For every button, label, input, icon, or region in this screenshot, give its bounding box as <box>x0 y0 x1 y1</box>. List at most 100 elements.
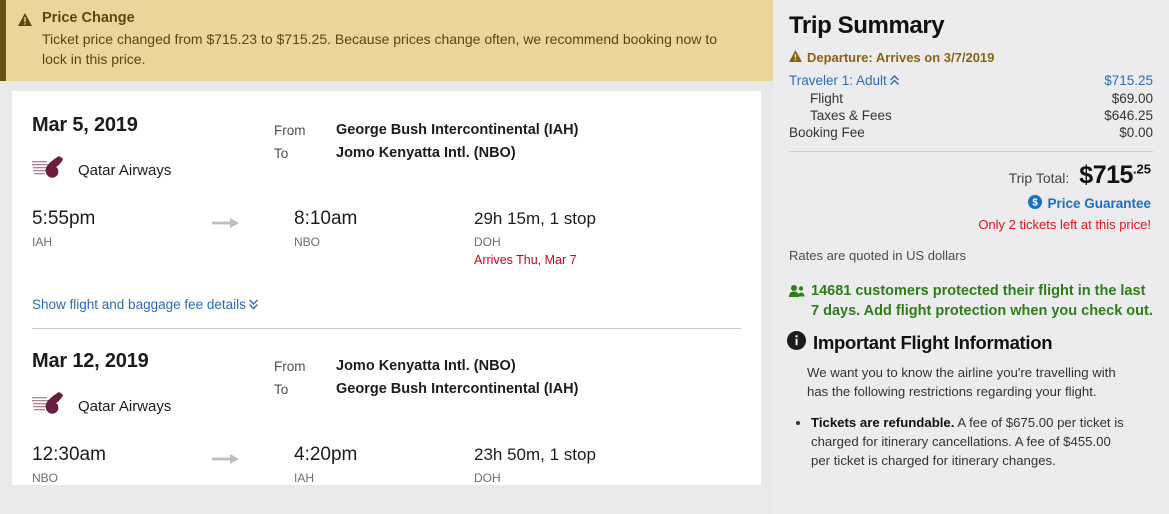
warning-triangle-icon <box>18 13 32 69</box>
flight-protection-block: 14681 customers protected their flight i… <box>789 281 1155 321</box>
price-guarantee-label: Price Guarantee <box>1047 196 1151 211</box>
people-icon <box>789 284 805 321</box>
airline-row: Qatar Airways <box>32 155 274 186</box>
show-details-link-row: Show flight and baggage fee details <box>32 296 741 328</box>
trip-summary-title: Trip Summary <box>789 12 945 39</box>
arrival-block: 4:20pm IAH <box>294 444 474 485</box>
flight-protection-text: 14681 customers protected their flight i… <box>811 283 1153 319</box>
arrival-code: NBO <box>294 235 321 249</box>
traveler-label: Traveler 1: Adult <box>789 73 899 89</box>
taxes-fees-value: $646.25 <box>1104 108 1153 123</box>
trip-total-label: Trip Total: <box>1008 170 1070 186</box>
trip-total-block: Trip Total: $715.25 $ Price Guarantee On… <box>785 152 1155 232</box>
arrives-note: Arrives Thu, Mar 7 <box>474 253 577 267</box>
qatar-airways-logo-icon <box>32 155 68 186</box>
taxes-fees-row: Taxes & Fees $646.25 <box>785 107 1155 124</box>
price-breakdown: Traveler 1: Adult $715.25 Flight $69.00 … <box>785 72 1155 141</box>
to-airport: Jomo Kenyatta Intl. (NBO) <box>336 145 516 161</box>
stop-code: DOH <box>474 235 501 249</box>
departure-block: 12:30am NBO <box>32 444 212 485</box>
list-item: Tickets are refundable. A fee of $675.00… <box>811 413 1129 470</box>
from-to-labels: From To <box>274 355 336 401</box>
departure-code: NBO <box>32 471 59 485</box>
departure-time: 12:30am <box>32 444 106 465</box>
from-label: From <box>274 123 306 138</box>
segment-times: 12:30am NBO 4:20pm IAH 23h 50m, 1 stop D… <box>32 444 741 485</box>
flight-segment-outbound: Mar 5, 2019 Qatar Airways From To George… <box>32 107 741 329</box>
itinerary-column: Price Change Ticket price changed from $… <box>0 0 773 514</box>
from-to-values: George Bush Intercontinental (IAH) Jomo … <box>336 119 579 165</box>
duration-block: 29h 15m, 1 stop DOH Arrives Thu, Mar 7 <box>474 208 629 268</box>
chevron-double-down-icon <box>248 298 258 313</box>
price-change-alert: Price Change Ticket price changed from $… <box>0 0 773 81</box>
trip-total-dollars: $715 <box>1079 161 1133 189</box>
show-details-label: Show flight and baggage fee details <box>32 297 246 312</box>
departure-block: 5:55pm IAH <box>32 208 212 249</box>
airline-name: Qatar Airways <box>78 162 172 179</box>
flight-fare-row: Flight $69.00 <box>785 90 1155 107</box>
important-info-title: Important Flight Information <box>813 332 1053 353</box>
flight-segment-return: Mar 12, 2019 Qatar Airways From To Jomo … <box>32 329 741 485</box>
arrival-block: 8:10am NBO <box>294 208 474 249</box>
info-circle-icon <box>787 331 806 355</box>
show-flight-baggage-details-link[interactable]: Show flight and baggage fee details <box>32 297 258 312</box>
dollar-circle-icon: $ <box>1028 195 1043 212</box>
arrival-code: IAH <box>294 471 315 485</box>
to-label: To <box>274 146 289 161</box>
departure-warning: Departure: Arrives on 3/7/2019 <box>789 50 1155 65</box>
booking-fee-value: $0.00 <box>1119 125 1153 140</box>
segment-date: Mar 5, 2019 <box>32 114 138 136</box>
duration-stops: 23h 50m, 1 stop <box>474 445 596 464</box>
departure-time: 5:55pm <box>32 208 96 229</box>
from-airport: Jomo Kenyatta Intl. (NBO) <box>336 358 516 374</box>
flight-card: Mar 5, 2019 Qatar Airways From To George… <box>12 91 761 485</box>
important-info-intro: We want you to know the airline you're t… <box>807 365 1116 399</box>
from-to-block: From To Jomo Kenyatta Intl. (NBO) George… <box>274 349 579 401</box>
refundable-bold: Tickets are refundable. <box>811 415 955 430</box>
trip-summary-panel: Trip Summary Departure: Arrives on 3/7/2… <box>773 0 1169 514</box>
from-to-values: Jomo Kenyatta Intl. (NBO) George Bush In… <box>336 355 579 401</box>
to-label: To <box>274 382 289 397</box>
price-guarantee-row[interactable]: $ Price Guarantee <box>785 195 1151 212</box>
booking-fee-row: Booking Fee $0.00 <box>785 124 1155 141</box>
trip-total-amount: $715.25 <box>1079 161 1151 190</box>
restrictions-list: Tickets are refundable. A fee of $675.00… <box>795 413 1155 470</box>
rates-note: Rates are quoted in US dollars <box>789 248 967 263</box>
flight-fare-label: Flight <box>810 91 844 106</box>
arrow-right-icon <box>212 452 240 471</box>
departure-warning-text: Departure: Arrives on 3/7/2019 <box>807 50 995 65</box>
alert-body: Price Change Ticket price changed from $… <box>42 10 742 69</box>
airline-row: Qatar Airways <box>32 391 274 422</box>
arrow-wrap <box>212 444 294 471</box>
traveler-label-text: Traveler 1: Adult <box>789 73 887 88</box>
duration-stops: 29h 15m, 1 stop <box>474 209 596 228</box>
from-label: From <box>274 359 306 374</box>
stop-code: DOH <box>474 471 501 485</box>
arrival-time: 8:10am <box>294 208 358 229</box>
airline-name: Qatar Airways <box>78 398 172 415</box>
warning-triangle-icon <box>789 50 802 65</box>
svg-text:$: $ <box>1033 198 1039 209</box>
alert-text: Ticket price changed from $715.23 to $71… <box>42 31 718 67</box>
booking-fee-label: Booking Fee <box>789 125 865 140</box>
booking-page: Price Change Ticket price changed from $… <box>0 0 1169 514</box>
from-to-labels: From To <box>274 119 336 165</box>
duration-block: 23h 50m, 1 stop DOH <box>474 444 629 485</box>
arrival-time: 4:20pm <box>294 444 358 465</box>
segment-times: 5:55pm IAH 8:10am NBO 29h 15m, 1 stop DO… <box>32 208 741 268</box>
from-airport: George Bush Intercontinental (IAH) <box>336 122 579 138</box>
traveler-row[interactable]: Traveler 1: Adult $715.25 <box>785 72 1155 90</box>
qatar-airways-logo-icon <box>32 391 68 422</box>
from-to-block: From To George Bush Intercontinental (IA… <box>274 113 579 165</box>
chevron-double-up-icon <box>889 74 899 89</box>
important-info-header: Important Flight Information <box>787 331 1155 355</box>
arrow-wrap <box>212 208 294 235</box>
alert-title: Price Change <box>42 10 135 26</box>
trip-total-cents: .25 <box>1132 161 1151 177</box>
arrow-right-icon <box>212 216 240 235</box>
tickets-left-warning: Only 2 tickets left at this price! <box>978 217 1151 232</box>
to-airport: George Bush Intercontinental (IAH) <box>336 381 579 397</box>
taxes-fees-label: Taxes & Fees <box>810 108 892 123</box>
flight-fare-value: $69.00 <box>1111 91 1153 106</box>
traveler-price: $715.25 <box>1104 73 1153 88</box>
